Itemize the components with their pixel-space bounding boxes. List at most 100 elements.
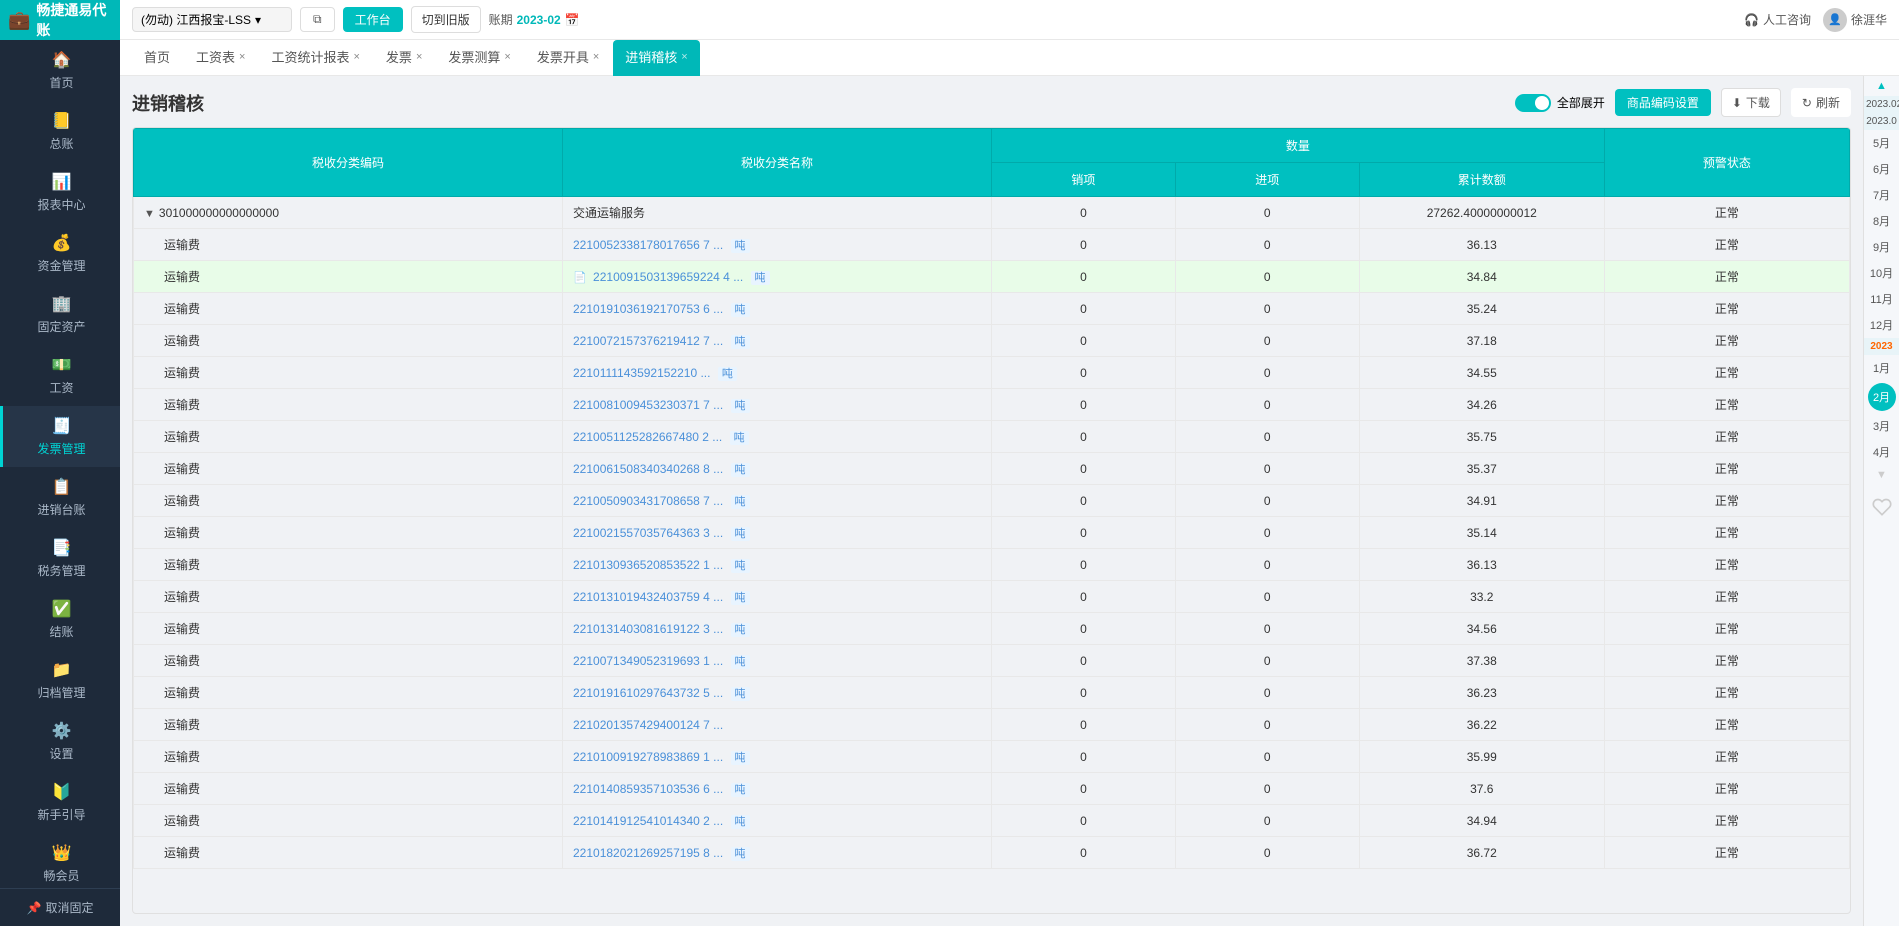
close-icon[interactable]: × xyxy=(239,51,245,63)
sidebar-item-purchase-sales[interactable]: 📋 进销台账 xyxy=(0,467,120,528)
invoice-code-value: 2210201357429400124 7 ... xyxy=(573,718,723,732)
table-row[interactable]: 运输费 2210191610297643732 5 ... 吨 0 0 36.2… xyxy=(134,677,1850,709)
month-oct[interactable]: 10月 xyxy=(1864,260,1899,286)
calendar-nav-down[interactable]: ▼ xyxy=(1872,465,1891,485)
cumulative-cell: 35.14 xyxy=(1359,517,1604,549)
copy-button[interactable]: ⧉ xyxy=(300,7,335,32)
table-row[interactable]: 运输费 2210051125282667480 2 ... 吨 0 0 35.7… xyxy=(134,421,1850,453)
app-logo: 💼 畅捷通易代账 xyxy=(0,0,120,40)
sidebar-item-home[interactable]: 🏠 首页 xyxy=(0,40,120,101)
table-row[interactable]: 运输费 2210061508340340268 8 ... 吨 0 0 35.3… xyxy=(134,453,1850,485)
table-row[interactable]: 运输费 2210071349052319693 1 ... 吨 0 0 37.3… xyxy=(134,645,1850,677)
month-jun[interactable]: 6月 xyxy=(1864,156,1899,182)
table-row[interactable]: 运输费 2210130936520853522 1 ... 吨 0 0 36.1… xyxy=(134,549,1850,581)
table-row[interactable]: 运输费 2210141912541014340 2 ... 吨 0 0 34.9… xyxy=(134,805,1850,837)
tab-label: 发票开具 xyxy=(537,47,589,66)
sidebar-item-salary[interactable]: 💵 工资 xyxy=(0,345,120,406)
sidebar-item-reports[interactable]: 📊 报表中心 xyxy=(0,162,120,223)
tab-invoice-issue[interactable]: 发票开具 × xyxy=(525,40,611,76)
tab-salary-table[interactable]: 工资表 × xyxy=(184,40,257,76)
month-nov[interactable]: 11月 xyxy=(1864,286,1899,312)
table-row[interactable]: 运输费 2210140859357103536 6 ... 吨 0 0 37.6… xyxy=(134,773,1850,805)
table-row[interactable]: 运输费 2210182021269257195 8 ... 吨 0 0 36.7… xyxy=(134,837,1850,869)
calendar-nav-up[interactable]: ▲ xyxy=(1872,76,1891,96)
table-row[interactable]: 运输费 📄 2210091503139659224 4 ... 吨 0 0 34… xyxy=(134,261,1850,293)
sidebar-item-member[interactable]: 👑 畅会员 xyxy=(0,833,120,888)
close-icon[interactable]: × xyxy=(504,51,510,63)
status-cell: 正常 xyxy=(1604,229,1849,261)
tab-invoice-calc[interactable]: 发票测算 × xyxy=(436,40,522,76)
status-cell: 正常 xyxy=(1604,645,1849,677)
cumulative-cell: 36.72 xyxy=(1359,837,1604,869)
sidebar-unpin-button[interactable]: 📌 取消固定 xyxy=(0,888,120,926)
close-icon[interactable]: × xyxy=(353,51,359,63)
status-cell: 正常 xyxy=(1604,549,1849,581)
month-feb-active[interactable]: 2月 xyxy=(1868,383,1896,411)
table-row[interactable]: 运输费 2210111143592152210 ... 吨 0 0 34.55 … xyxy=(134,357,1850,389)
sales-cell: 0 xyxy=(992,677,1176,709)
table-row[interactable]: 运输费 2210072157376219412 7 ... 吨 0 0 37.1… xyxy=(134,325,1850,357)
table-row[interactable]: ▼301000000000000000 交通运输服务 0 0 27262.400… xyxy=(134,197,1850,229)
workspace-button[interactable]: 工作台 xyxy=(343,7,403,32)
tax-code-cell: 运输费 xyxy=(134,485,563,517)
invoice-code-cell: 2210052338178017656 7 ... 吨 xyxy=(563,229,992,261)
table-row[interactable]: 运输费 2210052338178017656 7 ... 吨 0 0 36.1… xyxy=(134,229,1850,261)
sidebar-item-settings[interactable]: ⚙️ 设置 xyxy=(0,711,120,772)
month-may[interactable]: 5月 xyxy=(1864,130,1899,156)
calendar-icon[interactable]: 📅 xyxy=(565,13,580,27)
item-name: 运输费 xyxy=(164,494,200,508)
close-icon[interactable]: × xyxy=(416,51,422,63)
month-mar[interactable]: 3月 xyxy=(1864,413,1899,439)
tab-invoice[interactable]: 发票 × xyxy=(374,40,434,76)
sidebar-item-archive[interactable]: 📁 归档管理 xyxy=(0,650,120,711)
topbar: (勿动) 江西报宝-LSS ▾ ⧉ 工作台 切到旧版 账期 2023-02 📅 … xyxy=(120,0,1899,40)
purchase-sales-icon: 📋 xyxy=(52,477,72,497)
month-jan[interactable]: 1月 xyxy=(1864,355,1899,381)
month-apr[interactable]: 4月 xyxy=(1864,439,1899,465)
table-row[interactable]: 运输费 2210100919278983869 1 ... 吨 0 0 35.9… xyxy=(134,741,1850,773)
close-icon[interactable]: × xyxy=(681,51,687,63)
tab-reconciliation[interactable]: 进销稽核 × xyxy=(613,40,699,76)
sidebar-item-tax[interactable]: 📑 税务管理 xyxy=(0,528,120,589)
favorite-icon[interactable] xyxy=(1868,493,1896,524)
month-sep[interactable]: 9月 xyxy=(1864,234,1899,260)
sidebar-item-assets[interactable]: 🏢 固定资产 xyxy=(0,284,120,345)
sidebar-item-guide[interactable]: 🔰 新手引导 xyxy=(0,772,120,833)
sidebar-item-ledger[interactable]: 📒 总账 xyxy=(0,101,120,162)
refresh-button[interactable]: ↻ 刷新 xyxy=(1791,88,1851,117)
close-icon[interactable]: × xyxy=(593,51,599,63)
tab-salary-stats[interactable]: 工资统计报表 × xyxy=(259,40,371,76)
cumulative-cell: 37.6 xyxy=(1359,773,1604,805)
table-row[interactable]: 运输费 2210021557035764363 3 ... 吨 0 0 35.1… xyxy=(134,517,1850,549)
purchase-cell: 0 xyxy=(1175,741,1359,773)
sidebar-item-finance[interactable]: 💰 资金管理 xyxy=(0,223,120,284)
product-code-settings-button[interactable]: 商品编码设置 xyxy=(1615,89,1711,116)
user-menu[interactable]: 👤 徐涯华 xyxy=(1823,8,1887,32)
table-row[interactable]: 运输费 2210050903431708658 7 ... 吨 0 0 34.9… xyxy=(134,485,1850,517)
support-button[interactable]: 🎧 人工咨询 xyxy=(1744,11,1811,28)
download-button[interactable]: ⬇ 下载 xyxy=(1721,88,1781,117)
table-row[interactable]: 运输费 2210201357429400124 7 ... 0 0 36.22 … xyxy=(134,709,1850,741)
sales-cell: 0 xyxy=(992,613,1176,645)
table-row[interactable]: 运输费 2210131019432403759 4 ... 吨 0 0 33.2… xyxy=(134,581,1850,613)
table-row[interactable]: 运输费 2210191036192170753 6 ... 吨 0 0 35.2… xyxy=(134,293,1850,325)
sidebar-nav: 🏠 首页 📒 总账 📊 报表中心 💰 资金管理 🏢 固定资产 💵 工资 🧾 发票… xyxy=(0,40,120,888)
sales-cell: 0 xyxy=(992,741,1176,773)
month-jul[interactable]: 7月 xyxy=(1864,182,1899,208)
invoice-code-value: 2210052338178017656 7 ... xyxy=(573,238,723,252)
expand-all-toggle[interactable]: 全部展开 xyxy=(1515,94,1605,112)
switch-version-button[interactable]: 切到旧版 xyxy=(411,6,481,33)
tab-home[interactable]: 首页 xyxy=(132,40,182,76)
sidebar-item-label: 发票管理 xyxy=(37,440,85,457)
col-status-header: 预警状态 xyxy=(1604,129,1849,197)
sidebar-item-invoice[interactable]: 🧾 发票管理 xyxy=(0,406,120,467)
month-dec[interactable]: 12月 xyxy=(1864,312,1899,338)
sidebar-item-close-accounts[interactable]: ✅ 结账 xyxy=(0,589,120,650)
month-aug[interactable]: 8月 xyxy=(1864,208,1899,234)
company-selector[interactable]: (勿动) 江西报宝-LSS ▾ xyxy=(132,7,292,32)
table-row[interactable]: 运输费 2210131403081619122 3 ... 吨 0 0 34.5… xyxy=(134,613,1850,645)
status-cell: 正常 xyxy=(1604,261,1849,293)
tax-code-cell: 运输费 xyxy=(134,773,563,805)
table-row[interactable]: 运输费 2210081009453230371 7 ... 吨 0 0 34.2… xyxy=(134,389,1850,421)
sales-cell: 0 xyxy=(992,261,1176,293)
